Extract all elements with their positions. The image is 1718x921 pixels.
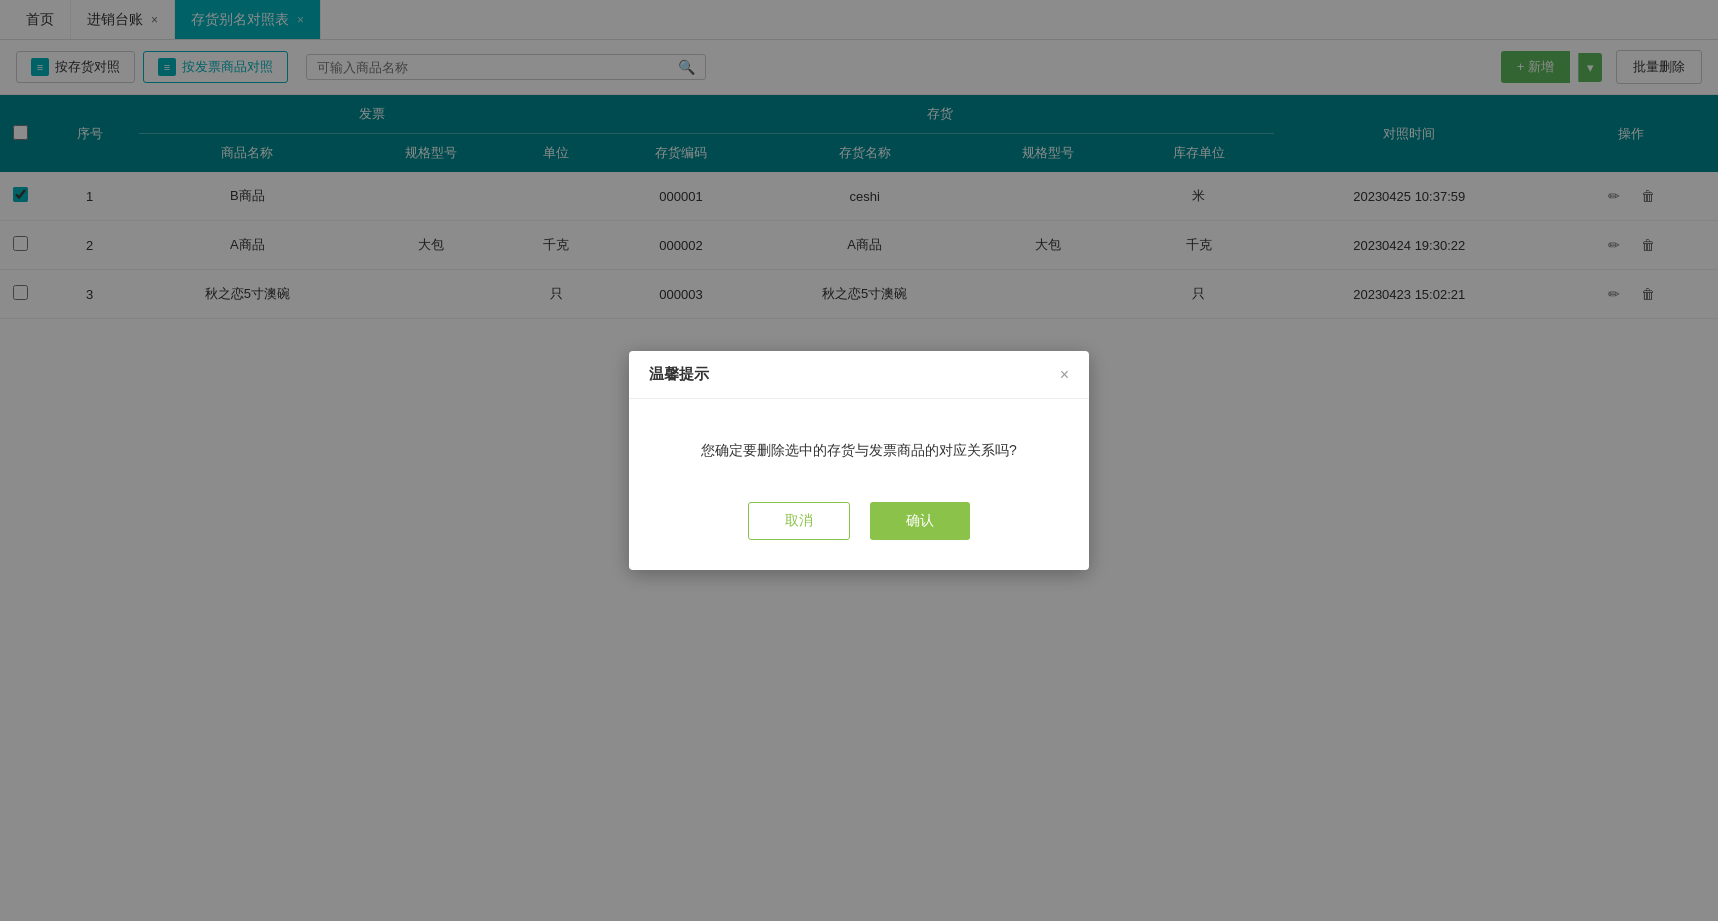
dialog-close-button[interactable]: ×: [1060, 366, 1069, 384]
btn-confirm[interactable]: 确认: [870, 502, 970, 540]
dialog-header: 温馨提示 ×: [629, 351, 1089, 399]
modal-overlay: 温馨提示 × 您确定要删除选中的存货与发票商品的对应关系吗? 取消 确认: [0, 0, 1718, 921]
dialog-message: 您确定要删除选中的存货与发票商品的对应关系吗?: [659, 439, 1059, 461]
btn-cancel[interactable]: 取消: [748, 502, 850, 540]
dialog-body: 您确定要删除选中的存货与发票商品的对应关系吗?: [629, 399, 1089, 491]
dialog-footer: 取消 确认: [629, 492, 1089, 570]
dialog-title: 温馨提示: [649, 365, 709, 384]
dialog: 温馨提示 × 您确定要删除选中的存货与发票商品的对应关系吗? 取消 确认: [629, 351, 1089, 569]
